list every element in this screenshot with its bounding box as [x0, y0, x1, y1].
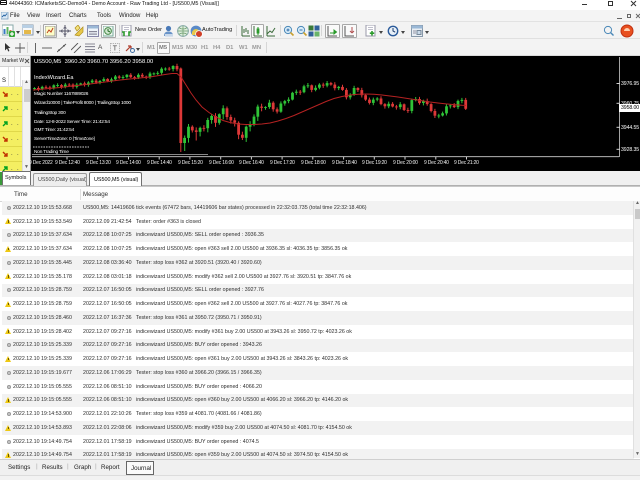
svg-text:T: T: [113, 46, 118, 53]
